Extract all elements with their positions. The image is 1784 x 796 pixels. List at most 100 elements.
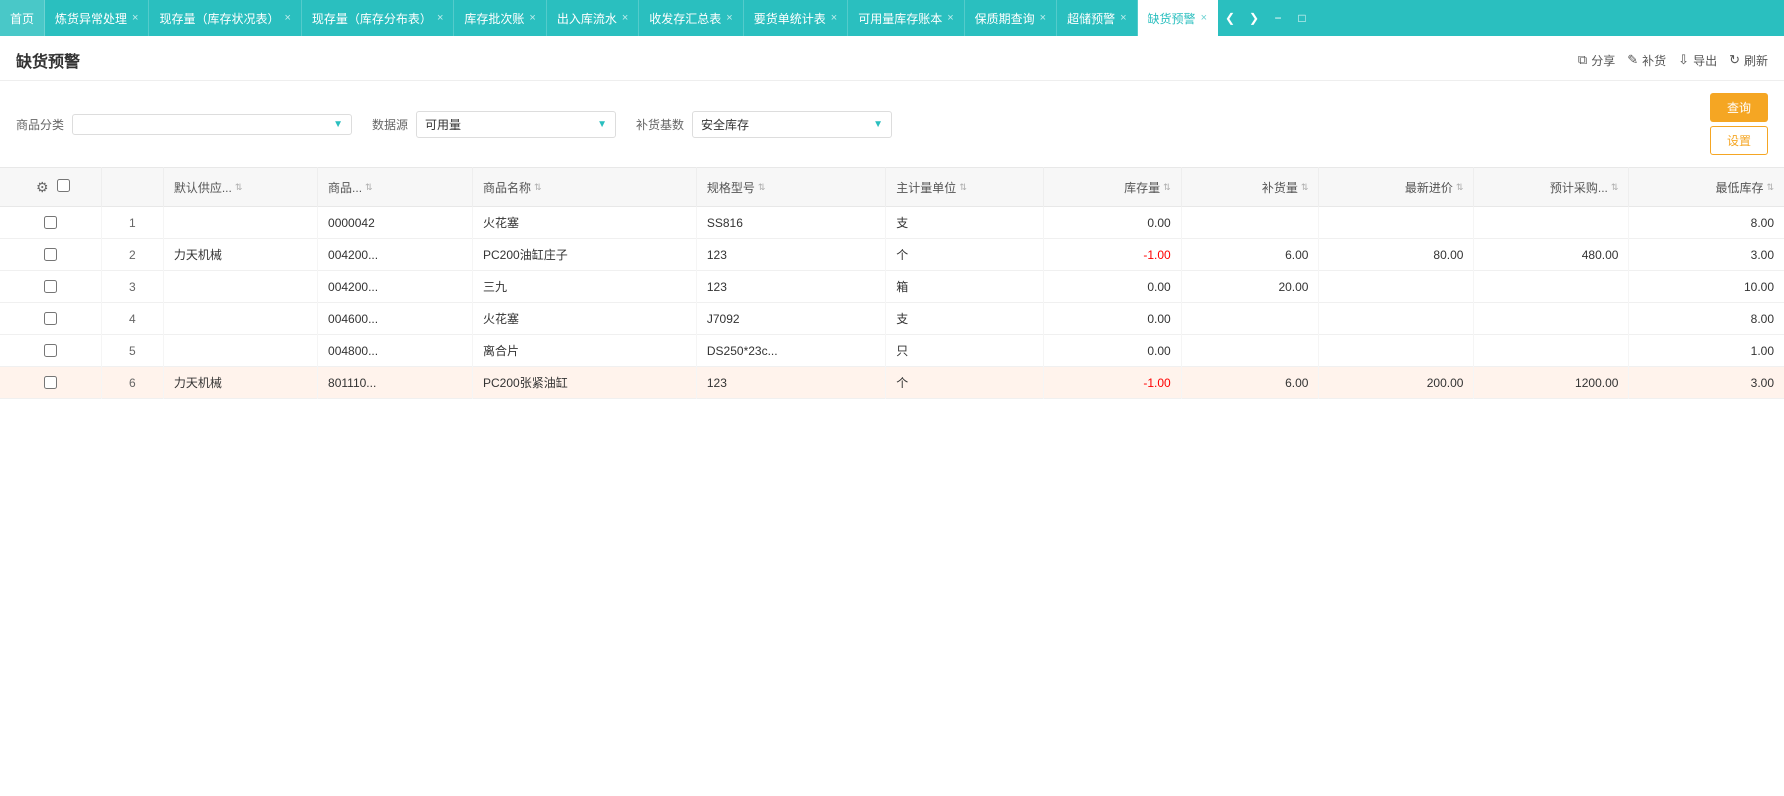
row-spec: 123 [696,239,885,271]
table-row: 1 0000042 火花塞 SS816 支 0.00 8.00 [0,207,1784,239]
row-latest-price [1319,303,1474,335]
row-unit: 个 [886,239,1044,271]
row-checkbox-1[interactable] [44,216,57,229]
row-min-stock: 1.00 [1629,335,1784,367]
tab-close-stock-dist[interactable]: × [437,12,443,24]
tab-close-batch[interactable]: × [529,12,535,24]
tab-close-expire[interactable]: × [1040,12,1046,24]
tab-nav-next[interactable]: ❯ [1242,0,1266,36]
row-checkbox-4[interactable] [44,312,57,325]
replenish-base-select[interactable]: 安全库存 ▼ [692,111,892,138]
tab-expire[interactable]: 保质期查询 × [965,0,1057,36]
sort-price-icon: ⇅ [1456,182,1464,193]
tab-maximize[interactable]: □ [1290,0,1314,36]
row-code: 004800... [318,335,473,367]
table-container: ⚙ 默认供应... ⇅ 商品... ⇅ [0,167,1784,399]
export-button[interactable]: ⇩ 导出 [1678,52,1717,69]
row-stock: -1.00 [1043,239,1181,271]
page-content: 缺货预警 ⧉ 分享 ✎ 补货 ⇩ 导出 ↻ 刷新 商品分类 [0,36,1784,796]
row-code: 0000042 [318,207,473,239]
row-est-purchase: 480.00 [1474,239,1629,271]
row-supplier [163,207,317,239]
sort-stock-icon: ⇅ [1163,182,1171,193]
tab-receipt[interactable]: 收发存汇总表 × [639,0,743,36]
row-supplier: 力天机械 [163,367,317,399]
tab-overstock[interactable]: 超储预警 × [1057,0,1137,36]
tab-stock-status[interactable]: 现存量（库存状况表） × [149,0,301,36]
category-select[interactable]: ▼ [72,114,352,135]
tab-close-receipt[interactable]: × [726,12,732,24]
row-checkbox-3[interactable] [44,280,57,293]
th-code: 商品... ⇅ [318,168,473,207]
row-replenish [1181,303,1319,335]
row-stock: 0.00 [1043,207,1181,239]
sort-purchase-icon: ⇅ [1611,182,1619,193]
row-supplier: 力天机械 [163,239,317,271]
filter-row: 商品分类 ▼ 数据源 可用量 ▼ 补货基数 安全库存 ▼ 查询 设置 [0,81,1784,167]
row-name: 火花塞 [473,207,697,239]
refresh-button[interactable]: ↻ 刷新 [1729,52,1768,69]
export-icon: ⇩ [1678,52,1689,68]
share-button[interactable]: ⧉ 分享 [1578,52,1615,69]
tab-close-shortage[interactable]: × [1201,12,1207,24]
th-latest-price: 最新进价 ⇅ [1319,168,1474,207]
row-checkbox-6[interactable] [44,376,57,389]
table-header-row: ⚙ 默认供应... ⇅ 商品... ⇅ [0,168,1784,207]
query-button[interactable]: 查询 [1710,93,1768,122]
tab-minimize[interactable]: − [1266,0,1290,36]
select-all-checkbox[interactable] [57,179,70,192]
datasource-select-value: 可用量 [425,116,461,133]
th-supplier: 默认供应... ⇅ [163,168,317,207]
tab-inout[interactable]: 出入库流水 × [547,0,639,36]
sort-unit-icon: ⇅ [959,182,967,193]
tab-close-available[interactable]: × [947,12,953,24]
row-spec: SS816 [696,207,885,239]
row-min-stock: 8.00 [1629,303,1784,335]
row-code: 801110... [318,367,473,399]
row-stock: -1.00 [1043,367,1181,399]
tab-shortage[interactable]: 缺货预警 × [1138,0,1218,36]
th-num [101,168,163,207]
tab-order-stat[interactable]: 要货单统计表 × [744,0,848,36]
row-check-cell [0,303,101,335]
page-title: 缺货预警 [16,48,80,72]
tab-stock-dist[interactable]: 现存量（库存分布表） × [302,0,454,36]
table-row: 5 004800... 离合片 DS250*23c... 只 0.00 1.00 [0,335,1784,367]
tab-abnormal[interactable]: 炼货异常处理 × [45,0,149,36]
row-est-purchase [1474,207,1629,239]
category-select-arrow: ▼ [333,119,343,130]
filter-buttons: 查询 设置 [1710,93,1768,155]
th-replenish: 补货量 ⇅ [1181,168,1319,207]
sort-spec-icon: ⇅ [758,182,766,193]
row-spec: 123 [696,367,885,399]
filter-group-category: 商品分类 ▼ [16,114,352,135]
replenish-base-value: 安全库存 [701,116,749,133]
replenish-button[interactable]: ✎ 补货 [1627,52,1666,69]
tab-close-order-stat[interactable]: × [831,12,837,24]
row-latest-price: 80.00 [1319,239,1474,271]
tab-close-inout[interactable]: × [622,12,628,24]
datasource-select[interactable]: 可用量 ▼ [416,111,616,138]
settings-button[interactable]: 设置 [1710,126,1768,155]
tab-close-overstock[interactable]: × [1120,12,1126,24]
row-name: 火花塞 [473,303,697,335]
sort-code-icon: ⇅ [365,182,373,193]
share-icon: ⧉ [1578,52,1587,68]
row-code: 004200... [318,271,473,303]
tab-batch[interactable]: 库存批次账 × [454,0,546,36]
row-replenish: 6.00 [1181,239,1319,271]
tab-close-stock-status[interactable]: × [284,12,290,24]
row-checkbox-5[interactable] [44,344,57,357]
row-checkbox-2[interactable] [44,248,57,261]
sort-minstock-icon: ⇅ [1766,182,1774,193]
column-settings-icon[interactable]: ⚙ [31,176,53,198]
row-replenish: 6.00 [1181,367,1319,399]
tab-home[interactable]: 首页 [0,0,45,36]
row-min-stock: 8.00 [1629,207,1784,239]
tab-nav-prev[interactable]: ❮ [1218,0,1242,36]
tab-available[interactable]: 可用量库存账本 × [848,0,964,36]
filter-group-replenish: 补货基数 安全库存 ▼ [636,111,892,138]
tab-close-abnormal[interactable]: × [132,12,138,24]
row-stock: 0.00 [1043,271,1181,303]
table-row: 3 004200... 三九 123 箱 0.00 20.00 10.00 [0,271,1784,303]
